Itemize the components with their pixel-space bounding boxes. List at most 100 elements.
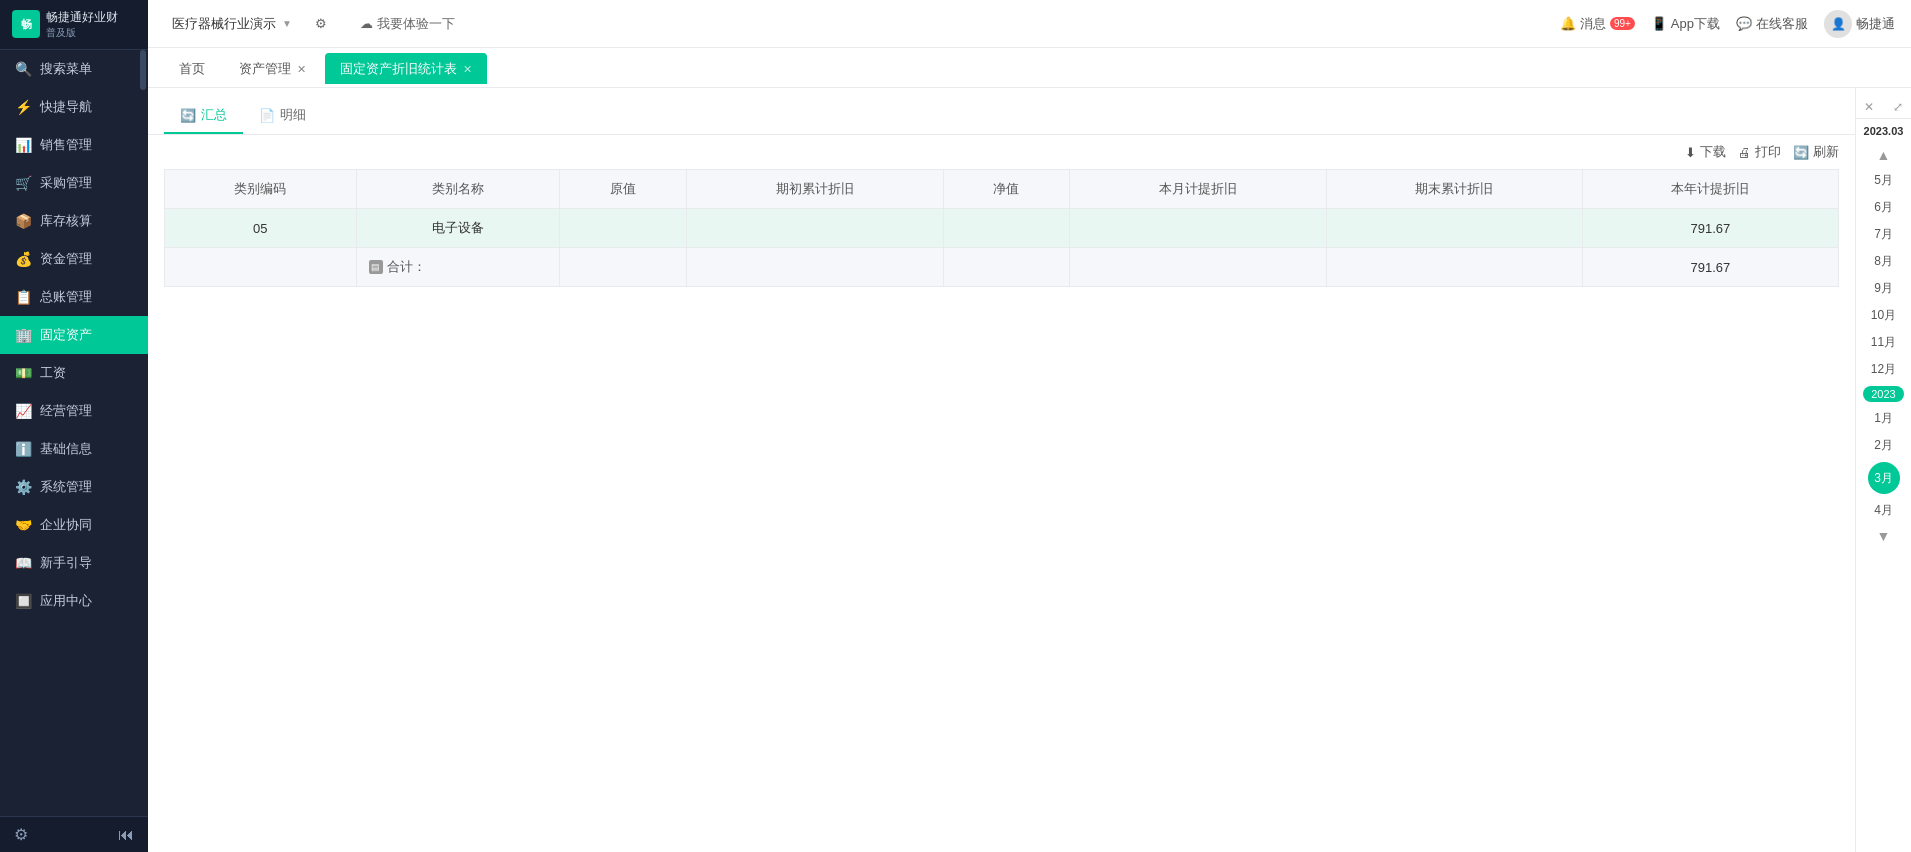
month-item[interactable]: 2月 xyxy=(1856,432,1911,459)
print-icon: 🖨 xyxy=(1738,145,1751,160)
sidebar-item-app-center[interactable]: 🔲 应用中心 xyxy=(0,582,148,620)
col-net: 净值 xyxy=(943,170,1070,209)
tab-depreciation[interactable]: 固定资产折旧统计表 ✕ xyxy=(325,53,487,84)
sales-icon: 📊 xyxy=(14,136,32,154)
month-item[interactable]: 10月 xyxy=(1856,302,1911,329)
sidebar: 畅 畅捷通好业财 普及版 🔍 搜索菜单 ⚡ 快捷导航 📊 销售管理 🛒 采购管理… xyxy=(0,0,148,852)
row-name: 电子设备 xyxy=(356,209,560,248)
month-item[interactable]: 7月 xyxy=(1856,221,1911,248)
month-item[interactable]: 12月 xyxy=(1856,356,1911,383)
panel-close-icon[interactable]: ✕ xyxy=(1864,100,1874,114)
sidebar-item-sales[interactable]: 📊 销售管理 xyxy=(0,126,148,164)
panel-header: ✕ ⤢ xyxy=(1856,96,1911,119)
sidebar-item-inventory[interactable]: 📦 库存核算 xyxy=(0,202,148,240)
app-center-icon: 🔲 xyxy=(14,592,32,610)
app-download-btn[interactable]: 📱 App下载 xyxy=(1651,15,1720,33)
sidebar-label-inventory: 库存核算 xyxy=(40,212,92,230)
sidebar-label-system: 系统管理 xyxy=(40,478,92,496)
top-header: 医疗器械行业演示 ▼ ⚙ ☁ 我要体验一下 🔔 消息 99+ 📱 App下载 💬… xyxy=(148,0,1911,48)
month-item[interactable]: 8月 xyxy=(1856,248,1911,275)
notification-btn[interactable]: 🔔 消息 99+ xyxy=(1560,15,1635,33)
panel-month-list: ▲ 5月6月7月8月9月10月11月12月 2023 1月2月 3月 4月▼ xyxy=(1856,143,1911,844)
refresh-label: 刷新 xyxy=(1813,143,1839,161)
sidebar-item-ledger[interactable]: 📋 总账管理 xyxy=(0,278,148,316)
download-icon: ⬇ xyxy=(1685,145,1696,160)
basic-info-icon: ℹ️ xyxy=(14,440,32,458)
sidebar-label-app-center: 应用中心 xyxy=(40,592,92,610)
sidebar-item-system[interactable]: ⚙️ 系统管理 xyxy=(0,468,148,506)
tab-bar: 首页 资产管理 ✕ 固定资产折旧统计表 ✕ xyxy=(148,48,1911,88)
sidebar-item-search[interactable]: 🔍 搜索菜单 xyxy=(0,50,148,88)
sidebar-label-enterprise: 企业协同 xyxy=(40,516,92,534)
sidebar-item-quick-nav[interactable]: ⚡ 快捷导航 xyxy=(0,88,148,126)
ledger-icon: 📋 xyxy=(14,288,32,306)
download-label: 下载 xyxy=(1700,143,1726,161)
header-right: 🔔 消息 99+ 📱 App下载 💬 在线客服 👤 畅捷通 xyxy=(1560,10,1895,38)
download-btn[interactable]: ⬇ 下载 xyxy=(1685,143,1726,161)
refresh-icon: 🔄 xyxy=(1793,145,1809,160)
total-annual: 791.67 xyxy=(1582,248,1838,287)
sidebar-item-basic-info[interactable]: ℹ️ 基础信息 xyxy=(0,430,148,468)
tab-asset-mgmt[interactable]: 资产管理 ✕ xyxy=(224,53,321,84)
tab-home[interactable]: 首页 xyxy=(164,53,220,84)
sub-tab-detail[interactable]: 📄 明细 xyxy=(243,98,322,134)
content-area: 🔄 汇总 📄 明细 ⬇ 下载 🖨 打印 🔄 xyxy=(148,88,1855,852)
app-download-icon: 📱 xyxy=(1651,16,1667,31)
online-support-btn[interactable]: 💬 在线客服 xyxy=(1736,15,1808,33)
sidebar-item-purchase[interactable]: 🛒 采购管理 xyxy=(0,164,148,202)
close-asset-mgmt-tab-icon[interactable]: ✕ xyxy=(297,63,306,76)
support-label: 在线客服 xyxy=(1756,15,1808,33)
sidebar-label-sales: 销售管理 xyxy=(40,136,92,154)
collapse-sidebar-icon[interactable]: ⏮ xyxy=(118,826,134,844)
payroll-icon: 💵 xyxy=(14,364,32,382)
month-item[interactable]: 9月 xyxy=(1856,275,1911,302)
settings-footer-icon[interactable]: ⚙ xyxy=(14,825,28,844)
refresh-btn[interactable]: 🔄 刷新 xyxy=(1793,143,1839,161)
sidebar-item-operations[interactable]: 📈 经营管理 xyxy=(0,392,148,430)
sidebar-label-fixed-assets: 固定资产 xyxy=(40,326,92,344)
month-item[interactable]: 3月 xyxy=(1868,462,1900,494)
col-monthly: 本月计提折旧 xyxy=(1070,170,1326,209)
experience-icon: ☁ xyxy=(360,16,373,31)
tab-asset-mgmt-label: 资产管理 xyxy=(239,60,291,78)
close-depreciation-tab-icon[interactable]: ✕ xyxy=(463,63,472,76)
sidebar-item-enterprise[interactable]: 🤝 企业协同 xyxy=(0,506,148,544)
total-net xyxy=(943,248,1070,287)
sidebar-item-fixed-assets[interactable]: 🏢 固定资产 xyxy=(0,316,148,354)
support-icon: 💬 xyxy=(1736,16,1752,31)
depreciation-table: 类别编码 类别名称 原值 期初累计折旧 净值 本月计提折旧 期末累计折旧 本年计… xyxy=(164,169,1839,287)
panel-nav-down[interactable]: ▼ xyxy=(1873,524,1895,548)
sub-tabs: 🔄 汇总 📄 明细 xyxy=(148,88,1855,135)
company-dropdown-arrow: ▼ xyxy=(282,18,292,29)
experience-btn[interactable]: ☁ 我要体验一下 xyxy=(352,11,463,37)
month-item[interactable]: 6月 xyxy=(1856,194,1911,221)
sidebar-item-payroll[interactable]: 💵 工资 xyxy=(0,354,148,392)
user-name: 畅捷通 xyxy=(1856,15,1895,33)
table-total-row: ▤ 合计： 791.67 xyxy=(165,248,1839,287)
panel-nav-up[interactable]: ▲ xyxy=(1873,143,1895,167)
user-menu-btn[interactable]: 👤 畅捷通 xyxy=(1824,10,1895,38)
sidebar-item-finance[interactable]: 💰 资金管理 xyxy=(0,240,148,278)
row-code: 05 xyxy=(165,209,357,248)
col-initial-accum: 期初累计折旧 xyxy=(687,170,943,209)
header-settings-btn[interactable]: ⚙ xyxy=(306,9,336,39)
col-original: 原值 xyxy=(560,170,687,209)
panel-expand-icon[interactable]: ⤢ xyxy=(1893,100,1903,114)
month-item[interactable]: 4月 xyxy=(1856,497,1911,524)
month-item[interactable]: 1月 xyxy=(1856,405,1911,432)
sidebar-label-finance: 资金管理 xyxy=(40,250,92,268)
company-name: 医疗器械行业演示 xyxy=(172,15,276,33)
company-selector[interactable]: 医疗器械行业演示 ▼ xyxy=(164,11,300,37)
toolbar: ⬇ 下载 🖨 打印 🔄 刷新 xyxy=(148,135,1855,169)
month-item[interactable]: 5月 xyxy=(1856,167,1911,194)
year-badge[interactable]: 2023 xyxy=(1863,386,1903,402)
app-download-label: App下载 xyxy=(1671,15,1720,33)
sidebar-label-purchase: 采购管理 xyxy=(40,174,92,192)
purchase-icon: 🛒 xyxy=(14,174,32,192)
print-btn[interactable]: 🖨 打印 xyxy=(1738,143,1781,161)
sidebar-footer: ⚙ ⏮ xyxy=(0,816,148,852)
sub-tab-summary[interactable]: 🔄 汇总 xyxy=(164,98,243,134)
sidebar-item-guide[interactable]: 📖 新手引导 xyxy=(0,544,148,582)
month-item[interactable]: 11月 xyxy=(1856,329,1911,356)
sidebar-label-ledger: 总账管理 xyxy=(40,288,92,306)
